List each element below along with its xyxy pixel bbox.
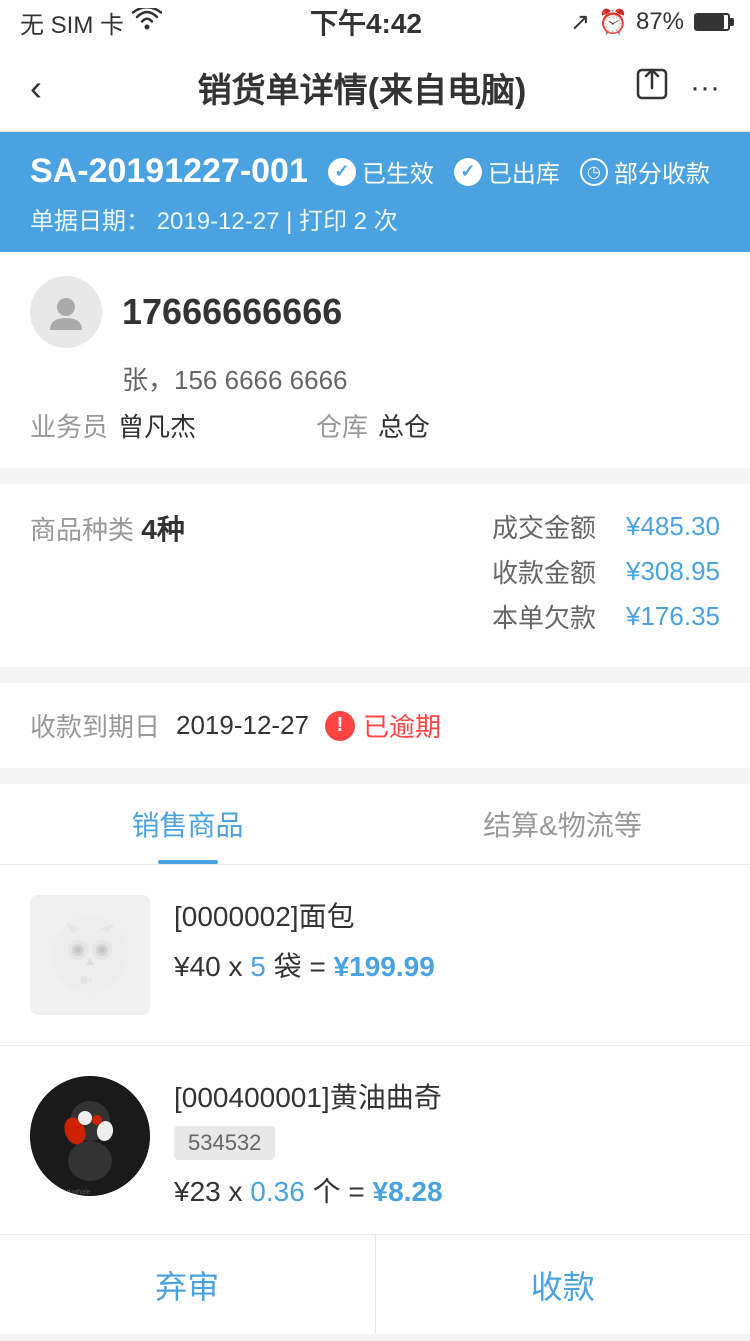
customer-name: 17666666666 [122,291,342,333]
product-price-row-cookie: ¥23 x 0.36 个 = ¥8.28 [174,1170,720,1210]
badge-active: ✓ 已生效 [328,154,434,189]
badge-shipped: ✓ 已出库 [454,154,560,189]
nav-bar: ‹ 销货单详情(来自电脑) ··· [0,44,750,132]
status-right: ↗ ⏰ 87% [570,8,730,37]
bread-qty: 5 [250,951,266,982]
products-section: 装+ [0000002]面包 ¥40 x 5 袋 = ¥199.99 [0,865,750,1241]
location-icon: ↗ [570,8,590,37]
svg-text:装+: 装+ [80,975,93,985]
stats-section: 商品种类 4种 成交金额 ¥485.30 收款金额 ¥308.95 本单欠款 ¥… [0,484,750,667]
wifi-icon [132,8,162,36]
warehouse-label: 仓库 [316,407,368,444]
banner-date: 单据日期： 2019-12-27 | 打印 2 次 [30,201,720,236]
received-amount-label: 收款金额 [492,553,596,590]
battery-text: 87% [636,8,684,36]
deal-amount-label: 成交金额 [492,508,596,545]
cancel-button[interactable]: 弃审 [0,1235,376,1334]
page-title: 销货单详情(来自电脑) [90,63,634,112]
tab-settlement[interactable]: 结算&物流等 [375,784,750,864]
bread-equals: = [309,951,333,982]
product-types-count: 4种 [141,514,185,545]
deal-amount-row: 成交金额 ¥485.30 [492,508,720,545]
check-icon-shipped: ✓ [454,158,482,186]
status-bar: 无 SIM 卡 下午4:42 ↗ ⏰ 87% [0,0,750,44]
alarm-icon: ⏰ [598,8,628,37]
banner-top: SA-20191227-001 ✓ 已生效 ✓ 已出库 ◷ 部分收款 [30,152,720,191]
cookie-base-price: ¥23 [174,1176,221,1207]
more-button[interactable]: ··· [690,71,720,105]
tab-settlement-label: 结算&物流等 [483,804,642,844]
back-button[interactable]: ‹ [30,67,90,109]
salesperson-label: 业务员 [30,407,108,444]
customer-section: 17666666666 张，156 6666 6666 业务员 曾凡杰 仓库 总… [0,252,750,468]
received-amount-value: ¥308.95 [626,556,720,587]
customer-contact: 张，156 6666 6666 [30,360,720,397]
product-types: 商品种类 4种 [30,508,185,548]
product-item: 装+ [0000002]面包 ¥40 x 5 袋 = ¥199.99 [0,865,750,1046]
customer-row: 17666666666 [30,276,720,348]
product-image-cookie: damned whale [30,1076,150,1196]
product-thumbnail-cookie: damned whale [30,1076,150,1196]
cookie-unit: 个 [313,1176,341,1207]
product-thumbnail-owl: 装+ [50,915,130,995]
product-item-cookie: damned whale [000400001]黄油曲奇 534532 ¥23 … [0,1046,750,1241]
warehouse-value: 总仓 [378,407,430,444]
cookie-equals: = [348,1176,372,1207]
due-date-value: 2019-12-27 [176,710,309,741]
clock-icon: ◷ [580,158,608,186]
product-types-label: 商品种类 [30,515,134,545]
tab-sales-products[interactable]: 销售商品 [0,784,375,864]
product-info-bread: [0000002]面包 ¥40 x 5 袋 = ¥199.99 [174,895,720,1015]
overdue-icon: ! [325,711,355,741]
overdue-text: 已逾期 [363,707,441,744]
status-time: 下午4:42 [310,2,422,42]
due-date-section: 收款到期日 2019-12-27 ! 已逾期 [0,683,750,768]
badge-partial: ◷ 部分收款 [580,154,710,189]
svg-text:damned whale: damned whale [45,1189,91,1196]
tabs-row: 销售商品 结算&物流等 [0,784,750,865]
overdue-badge: ! 已逾期 [325,707,441,744]
bread-base-price: ¥40 [174,951,221,982]
cookie-multiply: x [229,1176,251,1207]
received-amount-row: 收款金额 ¥308.95 [492,553,720,590]
debt-label: 本单欠款 [492,598,596,635]
bread-multiply: x [229,951,251,982]
nav-actions: ··· [634,66,720,110]
salesperson-item: 业务员 曾凡杰 [30,407,196,444]
tab-indicator [158,860,218,864]
share-button[interactable] [634,66,670,110]
carrier-text: 无 SIM 卡 [20,5,124,40]
due-date-label: 收款到期日 [30,707,160,744]
debt-row: 本单欠款 ¥176.35 [492,598,720,635]
financial-stats: 成交金额 ¥485.30 收款金额 ¥308.95 本单欠款 ¥176.35 [492,508,720,643]
debt-value: ¥176.35 [626,601,720,632]
avatar [30,276,102,348]
cookie-total: ¥8.28 [373,1176,443,1207]
salesperson-value: 曾凡杰 [118,407,196,444]
product-name-bread: [0000002]面包 [174,895,720,935]
warehouse-item: 仓库 总仓 [316,407,430,444]
customer-info-row: 业务员 曾凡杰 仓库 总仓 [30,407,720,444]
bread-total: ¥199.99 [334,951,435,982]
bottom-bar: 弃审 收款 [0,1234,750,1334]
product-image-bread: 装+ [30,895,150,1015]
status-left: 无 SIM 卡 [20,5,162,40]
bread-unit: 袋 [274,951,302,982]
confirm-button[interactable]: 收款 [376,1235,750,1334]
product-info-cookie: [000400001]黄油曲奇 534532 ¥23 x 0.36 个 = ¥8… [174,1076,720,1210]
tabs-section: 销售商品 结算&物流等 [0,784,750,865]
deal-amount-value: ¥485.30 [626,511,720,542]
product-name-cookie: [000400001]黄油曲奇 [174,1076,720,1116]
battery-icon [694,13,730,31]
product-sku-cookie: 534532 [174,1126,275,1160]
order-id: SA-20191227-001 [30,152,308,191]
tab-sales-label: 销售商品 [131,804,243,844]
check-icon-active: ✓ [328,158,356,186]
cookie-qty: 0.36 [250,1176,305,1207]
header-banner: SA-20191227-001 ✓ 已生效 ✓ 已出库 ◷ 部分收款 单据日期：… [0,132,750,252]
product-price-row-bread: ¥40 x 5 袋 = ¥199.99 [174,945,720,985]
